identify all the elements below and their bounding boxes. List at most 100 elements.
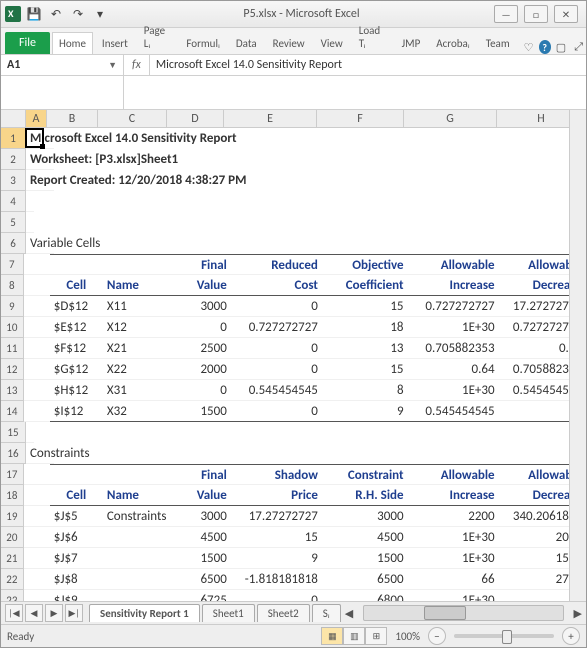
maximize-button[interactable]: □ xyxy=(524,5,548,23)
name-box-dropdown-icon[interactable]: ▼ xyxy=(108,60,117,71)
cell[interactable]: 3000 xyxy=(172,506,231,527)
cell[interactable] xyxy=(26,212,34,233)
cell[interactable]: -1.818181818 xyxy=(231,569,322,590)
last-sheet-button[interactable]: ▶| xyxy=(65,604,83,622)
row-header[interactable]: 6 xyxy=(1,233,26,254)
cell[interactable] xyxy=(103,464,172,485)
cell[interactable]: 0 xyxy=(231,590,322,601)
next-sheet-button[interactable]: ▶ xyxy=(45,604,63,622)
cell[interactable]: Cell xyxy=(50,275,103,296)
cell[interactable]: 0.64 xyxy=(408,359,499,380)
first-sheet-button[interactable]: |◀ xyxy=(5,604,23,622)
cell[interactable]: Constraints xyxy=(103,506,172,527)
tab-review[interactable]: Review xyxy=(266,32,312,54)
cell[interactable]: 4500 xyxy=(172,527,231,548)
cell[interactable]: 1E+30 xyxy=(408,527,499,548)
formula-input[interactable]: Microsoft Excel 14.0 Sensitivity Report xyxy=(150,58,586,72)
col-header-B[interactable]: B xyxy=(47,110,98,128)
sheet-tab-sheet1[interactable]: Sheet1 xyxy=(202,604,255,622)
cell[interactable]: Worksheet: [P3.xlsx]Sheet1 xyxy=(26,149,54,170)
cell[interactable]: 0 xyxy=(172,317,231,338)
cell[interactable]: 9 xyxy=(231,548,322,569)
cell[interactable]: 6800 xyxy=(322,590,408,601)
row-header[interactable]: 22 xyxy=(1,569,24,590)
cell[interactable]: Allowable xyxy=(408,254,499,275)
tab-view[interactable]: View xyxy=(314,32,350,54)
col-header-D[interactable]: D xyxy=(167,110,224,128)
cell[interactable]: Reduced xyxy=(231,254,322,275)
cell[interactable]: 1E+30 xyxy=(408,590,499,601)
expand-icon[interactable]: ⤢ xyxy=(571,40,586,54)
cell[interactable] xyxy=(103,569,172,590)
cell[interactable]: Final xyxy=(172,254,231,275)
zoom-slider[interactable] xyxy=(454,634,554,638)
row-header[interactable]: 20 xyxy=(1,527,24,548)
cell[interactable]: 0.545454545 xyxy=(231,380,322,401)
cell[interactable] xyxy=(103,590,172,601)
favorite-icon[interactable]: ♡ xyxy=(521,41,537,54)
row-header[interactable]: 21 xyxy=(1,548,24,569)
cell[interactable]: 6725 xyxy=(172,590,231,601)
cell[interactable]: X21 xyxy=(103,338,172,359)
cell[interactable] xyxy=(50,254,103,275)
cell[interactable] xyxy=(24,275,50,296)
minimize-ribbon-icon[interactable]: ▢ xyxy=(553,41,569,54)
cell[interactable] xyxy=(103,527,172,548)
redo-button[interactable]: ↷ xyxy=(69,5,87,23)
cell[interactable]: 1E+30 xyxy=(408,380,499,401)
fx-icon[interactable]: fx xyxy=(124,55,150,75)
undo-button[interactable]: ↶ xyxy=(47,5,65,23)
row-header[interactable]: 17 xyxy=(1,464,24,485)
scroll-thumb[interactable] xyxy=(424,606,466,620)
scroll-right-icon[interactable]: ▶ xyxy=(570,607,586,620)
cell[interactable] xyxy=(103,254,172,275)
cell[interactable]: Report Created: 12/20/2018 4:38:27 PM xyxy=(26,170,54,191)
cell[interactable]: Name xyxy=(103,275,172,296)
tab-acrobat[interactable]: Acrobaᵢ xyxy=(429,32,476,54)
cell[interactable]: $J$8 xyxy=(50,569,103,590)
sheet-tab-sheet2[interactable]: Sheet2 xyxy=(257,604,310,622)
cell[interactable]: 0.727272727 xyxy=(231,317,322,338)
cell[interactable]: Constraint xyxy=(322,464,408,485)
cell[interactable]: $F$12 xyxy=(50,338,103,359)
cell[interactable]: 15 xyxy=(231,527,322,548)
row-header[interactable]: 13 xyxy=(1,380,24,401)
col-header-G[interactable]: G xyxy=(404,110,497,128)
cell[interactable]: 66 xyxy=(408,569,499,590)
row-header[interactable]: 9 xyxy=(1,296,24,317)
cell[interactable] xyxy=(24,317,50,338)
cell[interactable] xyxy=(24,254,50,275)
row-header[interactable]: 16 xyxy=(1,443,26,464)
row-header[interactable]: 5 xyxy=(1,212,26,233)
cell[interactable]: X32 xyxy=(103,401,172,422)
cell[interactable]: X12 xyxy=(103,317,172,338)
cell[interactable]: 6500 xyxy=(172,569,231,590)
cell[interactable]: $J$5 xyxy=(50,506,103,527)
cell[interactable]: $J$6 xyxy=(50,527,103,548)
tab-jmp[interactable]: JMP xyxy=(395,32,428,54)
cell[interactable]: X22 xyxy=(103,359,172,380)
cell[interactable]: 0 xyxy=(231,338,322,359)
cell[interactable] xyxy=(24,380,50,401)
row-header[interactable]: 1 xyxy=(1,128,26,149)
spreadsheet-grid[interactable]: A B C D E F G H 1Microsoft Excel 14.0 Se… xyxy=(1,110,586,601)
cell[interactable] xyxy=(24,359,50,380)
cell[interactable]: Final xyxy=(172,464,231,485)
cell[interactable] xyxy=(24,338,50,359)
cell[interactable] xyxy=(24,590,50,601)
cell[interactable]: 18 xyxy=(322,317,408,338)
tab-team[interactable]: Team xyxy=(479,32,517,54)
cell[interactable]: 3000 xyxy=(172,296,231,317)
zoom-in-button[interactable]: + xyxy=(562,627,580,645)
cell[interactable]: 0.545454545 xyxy=(408,401,499,422)
zoom-level[interactable]: 100% xyxy=(395,630,420,643)
layout-view-button[interactable]: ▥ xyxy=(343,627,365,645)
select-all-corner[interactable] xyxy=(1,110,26,128)
row-header[interactable]: 19 xyxy=(1,506,24,527)
col-header-C[interactable]: C xyxy=(98,110,167,128)
cell[interactable]: 4500 xyxy=(322,527,408,548)
cell[interactable]: Shadow xyxy=(231,464,322,485)
cell[interactable]: Increase xyxy=(408,275,499,296)
break-view-button[interactable]: ⊞ xyxy=(365,627,387,645)
cell[interactable]: 1500 xyxy=(172,548,231,569)
